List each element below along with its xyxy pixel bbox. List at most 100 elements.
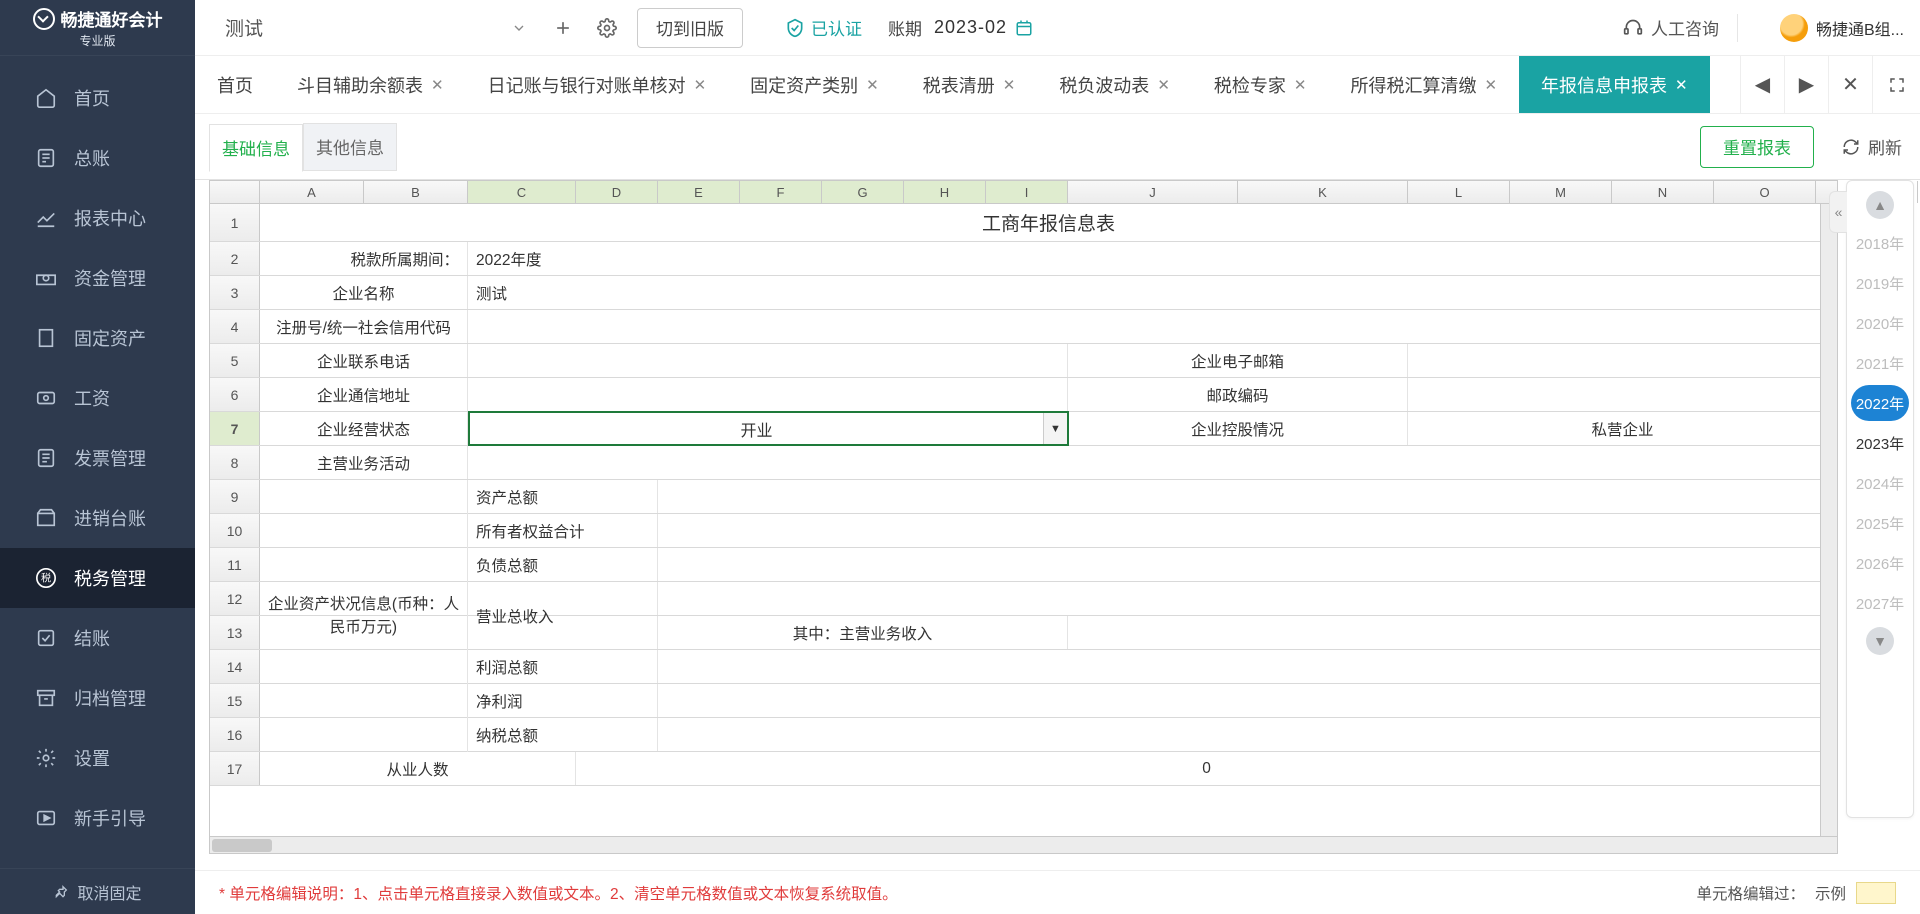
sidebar-item-invoice[interactable]: 发票管理 <box>0 428 195 488</box>
select-all-corner[interactable] <box>210 181 260 203</box>
tab-5[interactable]: 税负波动表✕ <box>1037 56 1192 113</box>
sidebar-item-home[interactable]: 首页 <box>0 68 195 128</box>
sidebar-item-tax[interactable]: 税税务管理 <box>0 548 195 608</box>
tab-close-icon[interactable]: ✕ <box>866 76 879 94</box>
tab-close-icon[interactable]: ✕ <box>1484 76 1497 94</box>
business-status-dropdown[interactable]: 开业▼ <box>468 411 1069 446</box>
row-header-6[interactable]: 6 <box>210 378 260 411</box>
column-header-H[interactable]: H <box>904 181 986 203</box>
cell[interactable]: 资产总额 <box>468 480 658 513</box>
calendar-icon[interactable] <box>1015 19 1033 37</box>
year-2022年[interactable]: 2022年 <box>1851 385 1909 421</box>
switch-old-version-button[interactable]: 切到旧版 <box>637 8 743 48</box>
cell[interactable]: 邮政编码 <box>1068 378 1408 411</box>
column-header-N[interactable]: N <box>1612 181 1714 203</box>
cell[interactable] <box>468 344 1068 377</box>
row-header-1[interactable]: 1 <box>210 204 260 241</box>
chevron-down-icon[interactable]: ▼ <box>1043 413 1067 444</box>
cell[interactable] <box>1408 344 1837 377</box>
cell[interactable]: 利润总额 <box>468 650 658 683</box>
sidebar-pin-toggle[interactable]: 取消固定 <box>0 868 195 914</box>
cell[interactable]: 企业电子邮箱 <box>1068 344 1408 377</box>
row-header-10[interactable]: 10 <box>210 514 260 547</box>
tab-7[interactable]: 所得税汇算清缴✕ <box>1328 56 1519 113</box>
subtab-0[interactable]: 基础信息 <box>209 124 303 172</box>
column-header-A[interactable]: A <box>260 181 364 203</box>
cell[interactable]: 2022年度 <box>468 242 1837 275</box>
column-header-E[interactable]: E <box>658 181 740 203</box>
year-2023年[interactable]: 2023年 <box>1851 425 1909 461</box>
cell[interactable]: 税款所属期间： <box>260 242 468 275</box>
column-header-O[interactable]: O <box>1714 181 1816 203</box>
tab-4[interactable]: 税表清册✕ <box>901 56 1038 113</box>
year-up-button[interactable]: ▲ <box>1866 191 1894 219</box>
cell[interactable] <box>468 378 1068 411</box>
sidebar-item-salary[interactable]: 工资 <box>0 368 195 428</box>
cell[interactable] <box>1068 616 1837 649</box>
column-header-J[interactable]: J <box>1068 181 1238 203</box>
reset-report-button[interactable]: 重置报表 <box>1700 126 1814 168</box>
row-header-7[interactable]: 7 <box>210 412 260 445</box>
settings-icon-button[interactable] <box>585 8 629 48</box>
cell[interactable]: 企业通信地址 <box>260 378 468 411</box>
cell[interactable]: 企业经营状态 <box>260 412 468 445</box>
column-header-I[interactable]: I <box>986 181 1068 203</box>
column-header-K[interactable]: K <box>1238 181 1408 203</box>
consult-button[interactable]: 人工咨询 <box>1623 15 1719 40</box>
cell[interactable] <box>658 480 1837 513</box>
tab-close-icon[interactable]: ✕ <box>1294 76 1307 94</box>
tab-close-icon[interactable]: ✕ <box>431 76 444 94</box>
tab-close-all-button[interactable]: ✕ <box>1828 56 1872 113</box>
cell[interactable] <box>658 650 1837 683</box>
cell[interactable]: 企业名称 <box>260 276 468 309</box>
cell[interactable]: 其中：主营业务收入 <box>658 616 1068 649</box>
tab-scroll-left-button[interactable]: ◀ <box>1740 56 1784 113</box>
tab-8[interactable]: 年报信息申报表✕ <box>1519 56 1710 113</box>
column-header-L[interactable]: L <box>1408 181 1510 203</box>
tab-6[interactable]: 税检专家✕ <box>1192 56 1329 113</box>
cell[interactable] <box>658 514 1837 547</box>
column-header-B[interactable]: B <box>364 181 468 203</box>
tab-1[interactable]: 斗目辅助余额表✕ <box>275 56 466 113</box>
sidebar-item-guide[interactable]: 新手引导 <box>0 788 195 848</box>
vertical-scrollbar[interactable] <box>1820 204 1837 836</box>
user-menu[interactable]: 畅捷通B组... <box>1780 14 1904 42</box>
cell[interactable]: 注册号/统一社会信用代码 <box>260 310 468 343</box>
cell[interactable]: 净利润 <box>468 684 658 717</box>
cell[interactable] <box>1408 378 1837 411</box>
row-header-9[interactable]: 9 <box>210 480 260 513</box>
cell[interactable]: 企业联系电话 <box>260 344 468 377</box>
row-header-15[interactable]: 15 <box>210 684 260 717</box>
tab-close-icon[interactable]: ✕ <box>1003 76 1016 94</box>
row-header-17[interactable]: 17 <box>210 752 260 785</box>
cell[interactable] <box>468 582 658 615</box>
sidebar-item-chart[interactable]: 报表中心 <box>0 188 195 248</box>
column-header-D[interactable]: D <box>576 181 658 203</box>
sidebar-item-gear[interactable]: 设置 <box>0 728 195 788</box>
row-header-16[interactable]: 16 <box>210 718 260 751</box>
tab-3[interactable]: 固定资产类别✕ <box>728 56 901 113</box>
horizontal-scrollbar[interactable] <box>210 836 1837 853</box>
cell[interactable]: 测试 <box>468 276 1837 309</box>
cell[interactable]: 私营企业 <box>1408 412 1837 445</box>
sidebar-item-archive[interactable]: 归档管理 <box>0 668 195 728</box>
tab-close-icon[interactable]: ✕ <box>1675 76 1688 94</box>
column-header-F[interactable]: F <box>740 181 822 203</box>
cell[interactable]: 所有者权益合计 <box>468 514 658 547</box>
cell[interactable] <box>468 616 658 649</box>
column-header-M[interactable]: M <box>1510 181 1612 203</box>
row-header-3[interactable]: 3 <box>210 276 260 309</box>
tab-close-icon[interactable]: ✕ <box>1157 76 1170 94</box>
cell[interactable] <box>658 718 1837 751</box>
cell[interactable] <box>658 582 1837 615</box>
row-header-8[interactable]: 8 <box>210 446 260 479</box>
row-header-2[interactable]: 2 <box>210 242 260 275</box>
sidebar-item-money[interactable]: 资金管理 <box>0 248 195 308</box>
grid-body[interactable]: 1工商年报信息表2税款所属期间：2022年度3企业名称测试4注册号/统一社会信用… <box>210 204 1837 836</box>
sidebar-item-building[interactable]: 固定资产 <box>0 308 195 368</box>
row-header-4[interactable]: 4 <box>210 310 260 343</box>
tab-0[interactable]: 首页 <box>195 56 275 113</box>
cell[interactable] <box>468 446 1837 479</box>
cell[interactable] <box>468 310 1837 343</box>
fullscreen-button[interactable] <box>1872 56 1920 113</box>
